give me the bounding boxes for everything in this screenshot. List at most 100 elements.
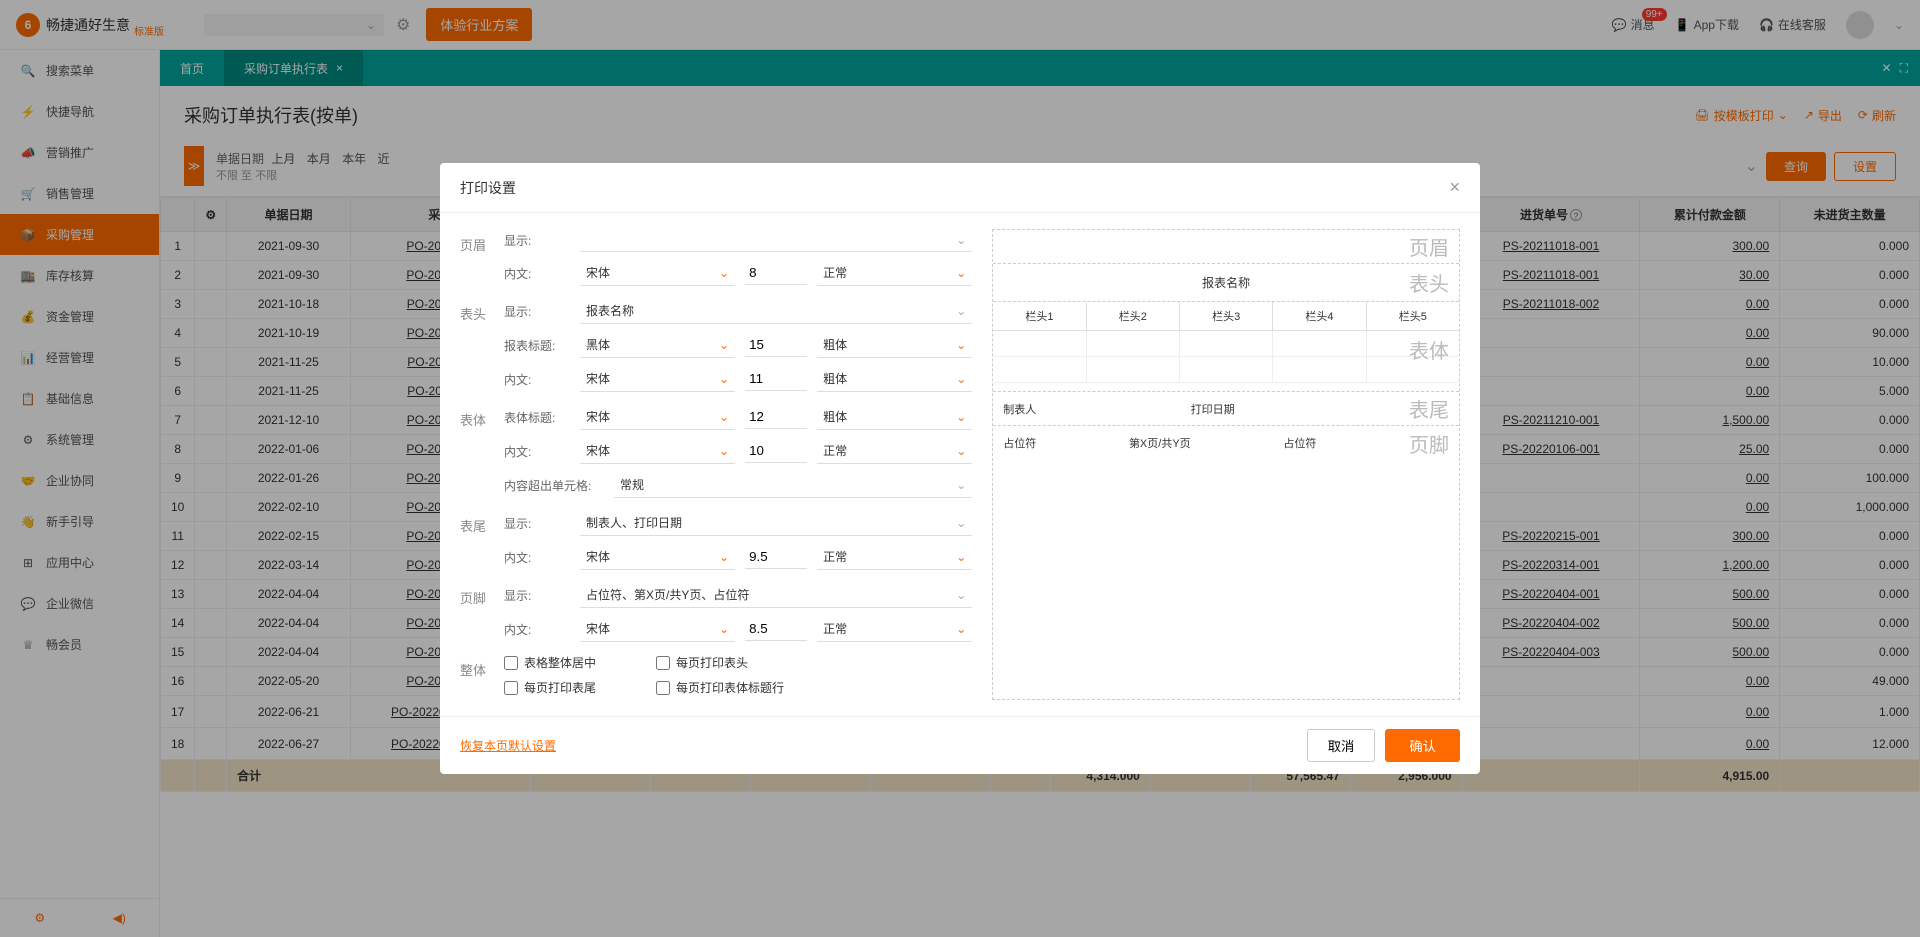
tablefoot-font-select[interactable]: 宋体⌄ bbox=[580, 544, 735, 570]
header-show-select[interactable]: ⌄ bbox=[580, 229, 972, 252]
checkbox-print-head[interactable]: 每页打印表头 bbox=[656, 654, 748, 671]
tablefoot-weight-select[interactable]: 正常⌄ bbox=[817, 544, 972, 570]
modal-title: 打印设置 bbox=[460, 178, 516, 198]
footer-weight-select[interactable]: 正常⌄ bbox=[817, 616, 972, 642]
chevron-down-icon: ⌄ bbox=[956, 338, 966, 352]
preview-header-label: 页眉 bbox=[1409, 232, 1449, 261]
tablehead-title-size-input[interactable] bbox=[745, 333, 807, 357]
section-label: 表头 bbox=[460, 298, 504, 400]
preview-col5: 栏头5 bbox=[1367, 302, 1459, 330]
preview-col4: 栏头4 bbox=[1273, 302, 1366, 330]
tablebody-title-weight-select[interactable]: 粗体⌄ bbox=[817, 404, 972, 430]
chevron-down-icon: ⌄ bbox=[956, 266, 966, 280]
section-label: 整体 bbox=[460, 654, 504, 696]
preview-report-name: 报表名称 bbox=[1003, 270, 1449, 295]
row-label-text: 内文: bbox=[504, 621, 570, 638]
section-page-header: 页眉 显示: ⌄ 内文: 宋体⌄ 正常⌄ bbox=[460, 229, 972, 294]
preview-tablebody: 栏头1 栏头2 栏头3 栏头4 栏头5 表体 bbox=[993, 302, 1459, 392]
section-table-head: 表头 显示: 报表名称⌄ 报表标题: 黑体⌄ 粗体⌄ bbox=[460, 298, 972, 400]
row-label-show: 显示: bbox=[504, 515, 570, 532]
row-label-show: 显示: bbox=[504, 587, 570, 604]
preview-col1: 栏头1 bbox=[993, 302, 1086, 330]
row-label-text: 内文: bbox=[504, 443, 570, 460]
section-label: 表体 bbox=[460, 404, 504, 506]
chevron-down-icon: ⌄ bbox=[956, 304, 966, 318]
preview-footer: 占位符 第X页/共Y页 占位符 页脚 bbox=[993, 426, 1459, 460]
preview-col2: 栏头2 bbox=[1087, 302, 1180, 330]
tablehead-font-select[interactable]: 宋体⌄ bbox=[580, 366, 735, 392]
row-label-show: 显示: bbox=[504, 232, 570, 249]
tablebody-title-font-select[interactable]: 宋体⌄ bbox=[580, 404, 735, 430]
chevron-down-icon: ⌄ bbox=[956, 233, 966, 247]
chevron-down-icon: ⌄ bbox=[956, 372, 966, 386]
row-label-overflow: 内容超出单元格: bbox=[504, 477, 604, 494]
checkbox-input[interactable] bbox=[504, 656, 518, 670]
restore-defaults-link[interactable]: 恢复本页默认设置 bbox=[460, 737, 556, 754]
chevron-down-icon: ⌄ bbox=[956, 622, 966, 636]
checkbox-print-title[interactable]: 每页打印表体标题行 bbox=[656, 679, 784, 696]
row-label-show: 显示: bbox=[504, 303, 570, 320]
tablefoot-size-input[interactable] bbox=[745, 545, 807, 569]
row-label-body-title: 表体标题: bbox=[504, 409, 570, 426]
tablebody-weight-select[interactable]: 正常⌄ bbox=[817, 438, 972, 464]
print-settings-modal: 打印设置 × 页眉 显示: ⌄ 内文: bbox=[440, 163, 1480, 774]
preview-tablehead: 报表名称 表头 bbox=[993, 264, 1459, 302]
footer-size-input[interactable] bbox=[745, 617, 807, 641]
chevron-down-icon: ⌄ bbox=[956, 588, 966, 602]
preview-header: 页眉 bbox=[993, 230, 1459, 264]
tablehead-title-weight-select[interactable]: 粗体⌄ bbox=[817, 332, 972, 358]
preview-print-date: 打印日期 bbox=[1191, 401, 1235, 417]
section-overall: 整体 表格整体居中 每页打印表头 每页打印表尾 每页打印表体标题行 bbox=[460, 654, 972, 696]
checkbox-input[interactable] bbox=[504, 681, 518, 695]
preview-tablebody-label: 表体 bbox=[1409, 335, 1449, 364]
header-size-input[interactable] bbox=[745, 261, 807, 285]
header-font-select[interactable]: 宋体⌄ bbox=[580, 260, 735, 286]
row-label-text: 内文: bbox=[504, 371, 570, 388]
modal-header: 打印设置 × bbox=[440, 163, 1480, 213]
confirm-button[interactable]: 确认 bbox=[1385, 729, 1460, 762]
modal-footer: 恢复本页默认设置 取消 确认 bbox=[440, 716, 1480, 774]
preview-page-xy: 第X页/共Y页 bbox=[1129, 435, 1191, 451]
checkbox-input[interactable] bbox=[656, 681, 670, 695]
tablebody-overflow-select[interactable]: 常规⌄ bbox=[614, 472, 972, 498]
tablebody-title-size-input[interactable] bbox=[745, 405, 807, 429]
chevron-down-icon: ⌄ bbox=[719, 622, 729, 636]
footer-show-select[interactable]: 占位符、第X页/共Y页、占位符⌄ bbox=[580, 582, 972, 608]
checkbox-input[interactable] bbox=[656, 656, 670, 670]
chevron-down-icon: ⌄ bbox=[719, 410, 729, 424]
chevron-down-icon: ⌄ bbox=[956, 410, 966, 424]
chevron-down-icon: ⌄ bbox=[956, 516, 966, 530]
tablehead-weight-select[interactable]: 粗体⌄ bbox=[817, 366, 972, 392]
chevron-down-icon: ⌄ bbox=[719, 550, 729, 564]
preview-tablefoot: 制表人 打印日期 表尾 bbox=[993, 392, 1459, 426]
preview-tablefoot-label: 表尾 bbox=[1409, 394, 1449, 423]
tablebody-size-input[interactable] bbox=[745, 439, 807, 463]
tablebody-font-select[interactable]: 宋体⌄ bbox=[580, 438, 735, 464]
header-weight-select[interactable]: 正常⌄ bbox=[817, 260, 972, 286]
checkbox-center[interactable]: 表格整体居中 bbox=[504, 654, 596, 671]
section-label: 表尾 bbox=[460, 510, 504, 578]
tablehead-show-select[interactable]: 报表名称⌄ bbox=[580, 298, 972, 324]
section-label: 页眉 bbox=[460, 229, 504, 294]
tablehead-title-font-select[interactable]: 黑体⌄ bbox=[580, 332, 735, 358]
row-label-text: 内文: bbox=[504, 265, 570, 282]
checkbox-print-foot[interactable]: 每页打印表尾 bbox=[504, 679, 596, 696]
preview-col3: 栏头3 bbox=[1180, 302, 1273, 330]
preview-footer-label: 页脚 bbox=[1409, 429, 1449, 458]
chevron-down-icon: ⌄ bbox=[956, 478, 966, 492]
modal-body: 页眉 显示: ⌄ 内文: 宋体⌄ 正常⌄ bbox=[440, 213, 1480, 716]
footer-font-select[interactable]: 宋体⌄ bbox=[580, 616, 735, 642]
chevron-down-icon: ⌄ bbox=[719, 444, 729, 458]
close-icon[interactable]: × bbox=[1449, 177, 1460, 198]
section-label: 页脚 bbox=[460, 582, 504, 650]
preview-placeholder1: 占位符 bbox=[1003, 435, 1036, 451]
print-preview-panel: 页眉 报表名称 表头 栏头1 栏头2 栏头3 栏头4 栏头5 bbox=[992, 229, 1460, 700]
preview-placeholder2: 占位符 bbox=[1283, 435, 1316, 451]
chevron-down-icon: ⌄ bbox=[719, 338, 729, 352]
chevron-down-icon: ⌄ bbox=[956, 550, 966, 564]
tablehead-size-input[interactable] bbox=[745, 367, 807, 391]
preview-tablehead-label: 表头 bbox=[1409, 268, 1449, 297]
tablefoot-show-select[interactable]: 制表人、打印日期⌄ bbox=[580, 510, 972, 536]
cancel-button[interactable]: 取消 bbox=[1307, 729, 1376, 762]
row-label-title: 报表标题: bbox=[504, 337, 570, 354]
